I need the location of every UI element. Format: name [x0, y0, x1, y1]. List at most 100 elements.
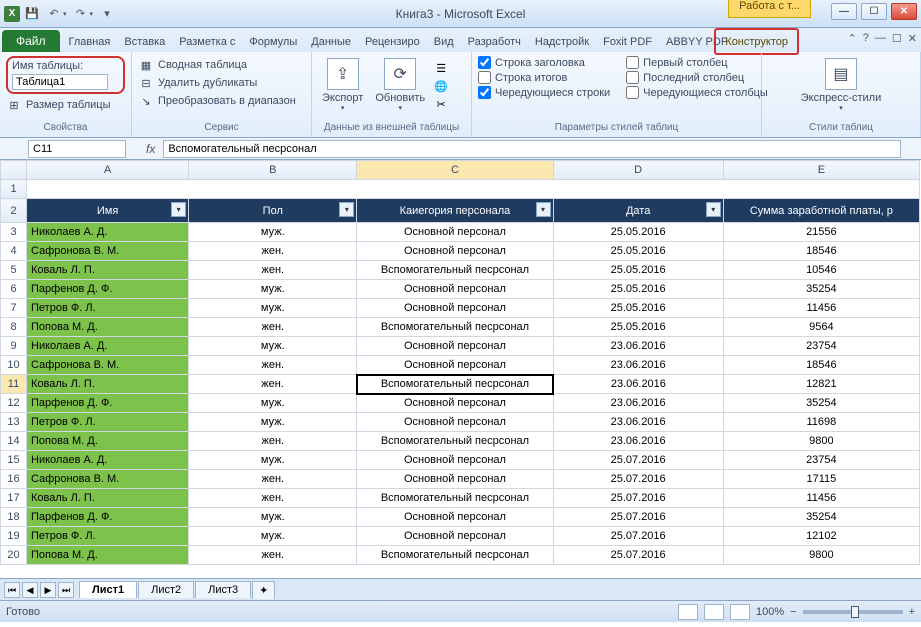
- cell[interactable]: Вспомогательный песрсонал: [357, 432, 553, 451]
- tab-review[interactable]: Рецензиро: [358, 31, 427, 52]
- view-normal-icon[interactable]: [678, 604, 698, 620]
- cell[interactable]: 25.07.2016: [553, 508, 723, 527]
- cell[interactable]: 11456: [723, 299, 919, 318]
- cell[interactable]: 25.07.2016: [553, 470, 723, 489]
- close-button[interactable]: ✕: [891, 3, 917, 20]
- cell[interactable]: Основной персонал: [357, 470, 553, 489]
- row-header[interactable]: 15: [1, 451, 27, 470]
- help-icon[interactable]: ?: [863, 32, 869, 45]
- cell[interactable]: 25.07.2016: [553, 527, 723, 546]
- worksheet-grid[interactable]: A B C D E 1 2 Имя▾ Пол▾ Каиегория персон…: [0, 160, 921, 578]
- sheet-nav-prev[interactable]: ◀: [22, 582, 38, 598]
- tab-developer[interactable]: Разработч: [461, 31, 528, 52]
- zoom-slider[interactable]: [803, 610, 903, 614]
- cell[interactable]: муж.: [189, 337, 357, 356]
- tab-design[interactable]: Конструктор: [718, 31, 795, 52]
- cell[interactable]: Вспомогательный песрсонал: [357, 546, 553, 565]
- cell[interactable]: 25.07.2016: [553, 489, 723, 508]
- fx-icon[interactable]: fx: [146, 142, 155, 156]
- cell[interactable]: муж.: [189, 223, 357, 242]
- col-header-c[interactable]: C: [357, 161, 553, 180]
- minimize-ribbon-icon[interactable]: ⌃: [848, 32, 857, 45]
- cell[interactable]: 11456: [723, 489, 919, 508]
- row-header[interactable]: 13: [1, 413, 27, 432]
- cell[interactable]: 12102: [723, 527, 919, 546]
- tab-layout[interactable]: Разметка с: [172, 31, 242, 52]
- cell[interactable]: Вспомогательный песрсонал: [357, 318, 553, 337]
- convert-range-button[interactable]: ↘Преобразовать в диапазон: [138, 92, 305, 110]
- cell[interactable]: 25.05.2016: [553, 280, 723, 299]
- cell[interactable]: 25.05.2016: [553, 299, 723, 318]
- zoom-in-button[interactable]: +: [909, 606, 915, 618]
- tab-home[interactable]: Главная: [62, 31, 118, 52]
- cell[interactable]: 23754: [723, 337, 919, 356]
- doc-min-icon[interactable]: —: [875, 32, 886, 45]
- tab-formulas[interactable]: Формулы: [242, 31, 304, 52]
- sheet-nav-last[interactable]: ⏭: [58, 582, 74, 598]
- row-header[interactable]: 1: [1, 180, 27, 199]
- quick-styles-button[interactable]: ▤Экспресс-стили▾: [797, 56, 885, 114]
- cell[interactable]: Николаев А. Д.: [27, 451, 189, 470]
- unlink-icon[interactable]: ✂: [433, 96, 449, 112]
- row-header[interactable]: 7: [1, 299, 27, 318]
- col-header-b[interactable]: B: [189, 161, 357, 180]
- cell[interactable]: Основной персонал: [357, 242, 553, 261]
- cell[interactable]: жен.: [189, 242, 357, 261]
- cell[interactable]: 21556: [723, 223, 919, 242]
- cell[interactable]: Сафронова В. М.: [27, 242, 189, 261]
- row-header[interactable]: 17: [1, 489, 27, 508]
- cell[interactable]: 10546: [723, 261, 919, 280]
- cell[interactable]: Основной персонал: [357, 508, 553, 527]
- select-all-corner[interactable]: [1, 161, 27, 180]
- cell[interactable]: 11698: [723, 413, 919, 432]
- cell[interactable]: жен.: [189, 356, 357, 375]
- cell[interactable]: Основной персонал: [357, 527, 553, 546]
- row-header[interactable]: 10: [1, 356, 27, 375]
- cell[interactable]: жен.: [189, 432, 357, 451]
- remove-duplicates-button[interactable]: ⊟Удалить дубликаты: [138, 74, 305, 92]
- cell[interactable]: 12821: [723, 375, 919, 394]
- cell[interactable]: Основной персонал: [357, 337, 553, 356]
- cell[interactable]: Попова М. Д.: [27, 546, 189, 565]
- cell[interactable]: 9800: [723, 432, 919, 451]
- col-header-d[interactable]: D: [553, 161, 723, 180]
- cell[interactable]: Основной персонал: [357, 394, 553, 413]
- cell[interactable]: 23.06.2016: [553, 375, 723, 394]
- cell[interactable]: жен.: [189, 489, 357, 508]
- qat-customize-icon[interactable]: ▾: [97, 4, 117, 24]
- chk-header-row[interactable]: Строка заголовка: [478, 56, 610, 69]
- cell[interactable]: Петров Ф. Л.: [27, 413, 189, 432]
- row-header[interactable]: 14: [1, 432, 27, 451]
- minimize-button[interactable]: —: [831, 3, 857, 20]
- formula-input[interactable]: [163, 140, 901, 158]
- col-header-e[interactable]: E: [723, 161, 919, 180]
- cell[interactable]: 23.06.2016: [553, 413, 723, 432]
- name-box[interactable]: [28, 140, 126, 158]
- cell[interactable]: муж.: [189, 508, 357, 527]
- cell[interactable]: 25.07.2016: [553, 451, 723, 470]
- sheet-tab-1[interactable]: Лист1: [79, 581, 137, 598]
- row-header[interactable]: 8: [1, 318, 27, 337]
- cell[interactable]: 25.05.2016: [553, 318, 723, 337]
- cell[interactable]: 25.05.2016: [553, 261, 723, 280]
- chk-total-row[interactable]: Строка итогов: [478, 71, 610, 84]
- sheet-nav-next[interactable]: ▶: [40, 582, 56, 598]
- chk-banded-rows[interactable]: Чередующиеся строки: [478, 86, 610, 99]
- cell[interactable]: Попова М. Д.: [27, 432, 189, 451]
- cell[interactable]: Основной персонал: [357, 356, 553, 375]
- tab-data[interactable]: Данные: [304, 31, 358, 52]
- cell[interactable]: 35254: [723, 508, 919, 527]
- row-header[interactable]: 3: [1, 223, 27, 242]
- row-header[interactable]: 11: [1, 375, 27, 394]
- view-layout-icon[interactable]: [704, 604, 724, 620]
- cell[interactable]: Основной персонал: [357, 299, 553, 318]
- doc-restore-icon[interactable]: ☐: [892, 32, 902, 45]
- cell[interactable]: Коваль Л. П.: [27, 261, 189, 280]
- row-header[interactable]: 19: [1, 527, 27, 546]
- sheet-tab-new[interactable]: ✦: [252, 581, 275, 599]
- cell[interactable]: 25.07.2016: [553, 546, 723, 565]
- col-header-a[interactable]: A: [27, 161, 189, 180]
- zoom-level[interactable]: 100%: [756, 606, 784, 618]
- cell[interactable]: 9800: [723, 546, 919, 565]
- undo-icon[interactable]: ↶: [44, 4, 64, 24]
